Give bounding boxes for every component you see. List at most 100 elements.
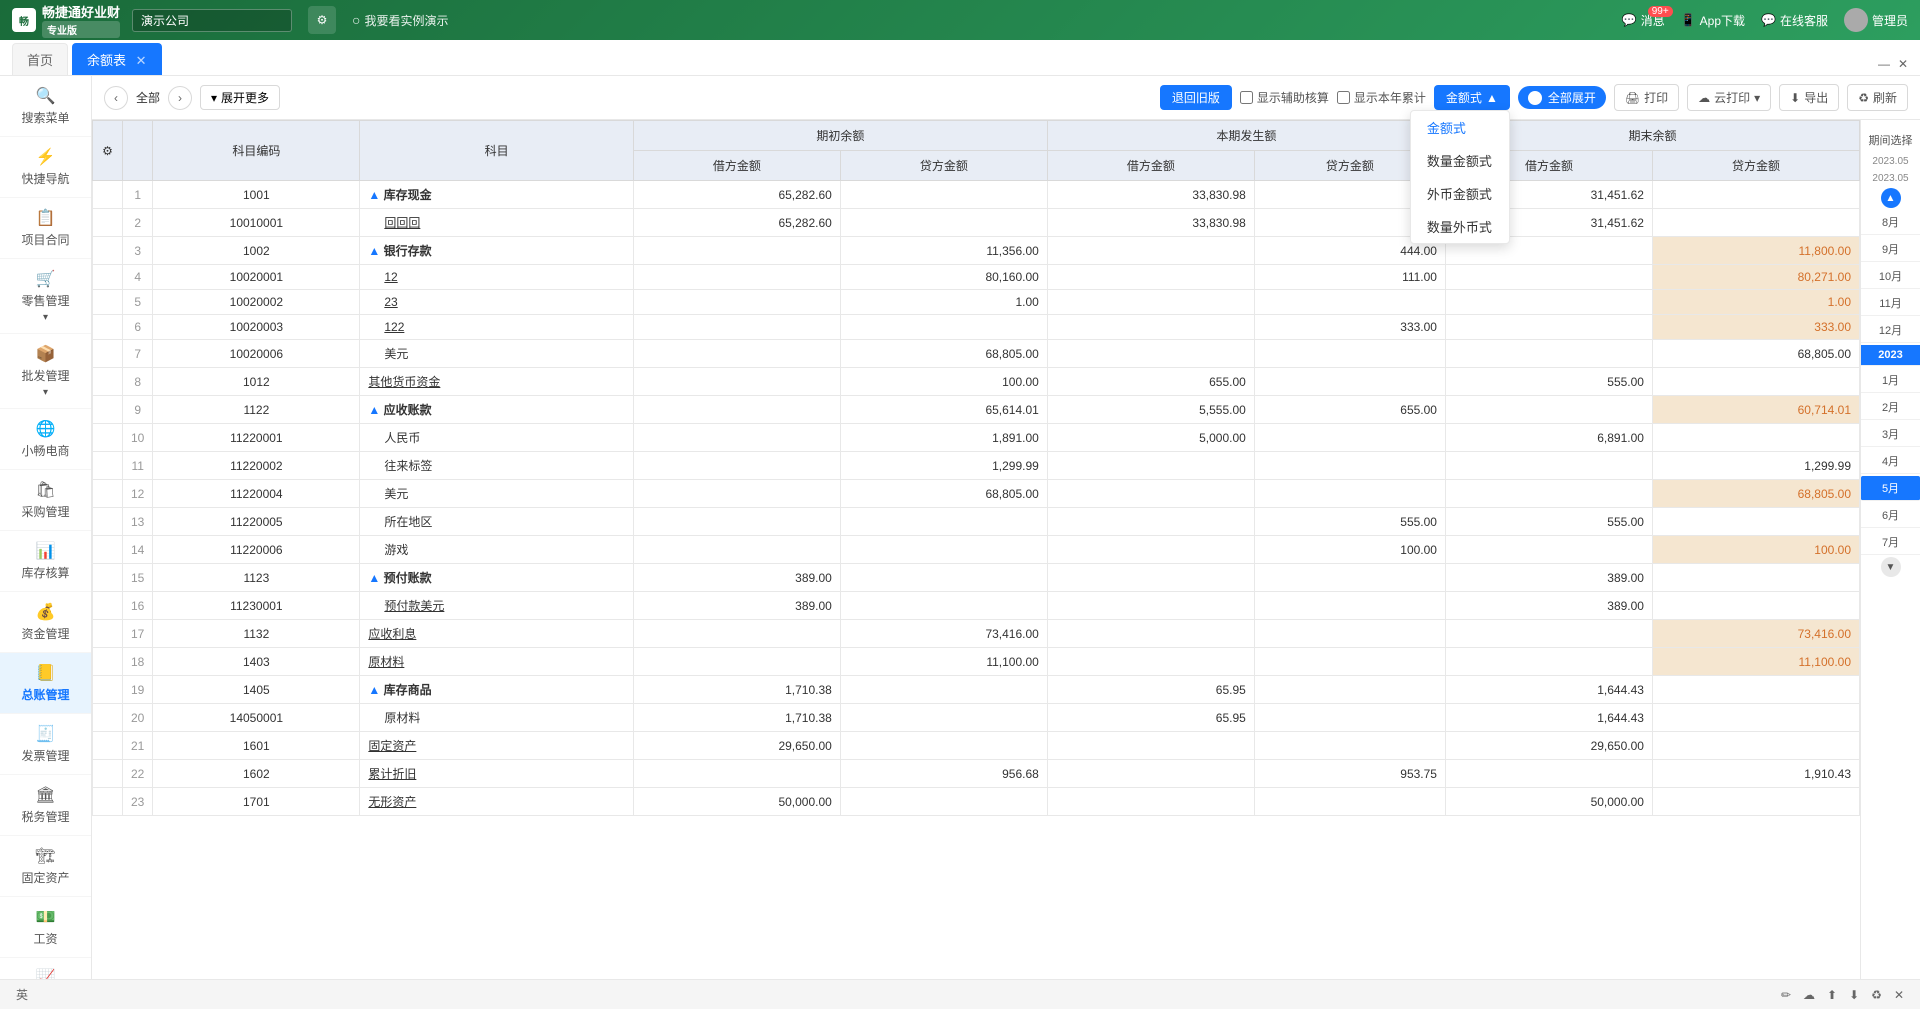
account-name[interactable]: 23	[360, 290, 634, 315]
account-code: 1602	[153, 760, 360, 788]
app-download-btn[interactable]: 📱 App下载	[1681, 12, 1745, 29]
account-name[interactable]: 预付款美元	[360, 592, 634, 620]
window-close-icon[interactable]: ✕	[1898, 57, 1908, 71]
month-1[interactable]: 1月	[1861, 368, 1920, 393]
year-2023[interactable]: 2023	[1861, 345, 1920, 366]
sidebar-item-payroll[interactable]: 💵 工资	[0, 897, 91, 958]
online-service-btn[interactable]: 💬 在线客服	[1761, 12, 1828, 29]
ob-credit	[840, 732, 1047, 760]
close-icon[interactable]: ✕	[1894, 988, 1904, 1002]
account-name[interactable]: 12	[360, 265, 634, 290]
style-option-foreign-amount[interactable]: 外币金额式	[1411, 177, 1509, 210]
month-9[interactable]: 9月	[1861, 237, 1920, 262]
nav-forward-btn[interactable]: ›	[168, 86, 192, 110]
style-option-amount[interactable]: 金额式	[1411, 111, 1509, 144]
nav-back-btn[interactable]: ‹	[104, 86, 128, 110]
account-name[interactable]: 其他货币资金	[360, 368, 634, 396]
show-auxiliary-check[interactable]: 显示辅助核算	[1240, 89, 1329, 106]
download-icon[interactable]: ⬇	[1849, 988, 1859, 1002]
pb-credit	[1254, 704, 1445, 732]
auxiliary-checkbox[interactable]	[1240, 91, 1253, 104]
ytd-checkbox[interactable]	[1337, 91, 1350, 104]
account-name[interactable]: 固定资产	[360, 732, 634, 760]
upload-icon[interactable]: ⬆	[1827, 988, 1837, 1002]
sidebar-item-fixed-asset[interactable]: 🏗 固定资产	[0, 836, 91, 897]
style-option-qty-amount[interactable]: 数量金额式	[1411, 144, 1509, 177]
sidebar-item-search[interactable]: 🔍 搜索菜单	[0, 76, 91, 137]
account-name: ▲ 应收账款	[360, 396, 634, 424]
company-selector[interactable]: 演示公司	[132, 9, 292, 32]
export-btn[interactable]: ⬇ 导出	[1779, 84, 1839, 111]
account-name[interactable]: 应收利息	[360, 620, 634, 648]
sidebar-item-purchase[interactable]: 🛍 采购管理	[0, 470, 91, 531]
user-menu[interactable]: 管理员	[1844, 8, 1908, 32]
cb-debit: 555.00	[1445, 368, 1652, 396]
ob-debit	[633, 620, 840, 648]
language-icon[interactable]: 英	[16, 986, 28, 1003]
sidebar-item-ecommerce[interactable]: 🌐 小畅电商	[0, 409, 91, 470]
quick-nav-icon: ⚡	[36, 147, 56, 167]
show-ytd-check[interactable]: 显示本年累计	[1337, 89, 1426, 106]
operations-icon: 📈	[36, 968, 56, 979]
pb-credit	[1254, 592, 1445, 620]
sidebar-item-invoice[interactable]: 🧾 发票管理	[0, 714, 91, 775]
period-up-icon[interactable]: ▲	[1881, 188, 1901, 208]
sync-icon[interactable]: ♻	[1871, 988, 1882, 1002]
month-12[interactable]: 12月	[1861, 318, 1920, 343]
cloud-print-btn[interactable]: ☁ 云打印 ▾	[1687, 84, 1771, 111]
close-tab-icon[interactable]: ✕	[136, 53, 147, 68]
month-5[interactable]: 5月	[1861, 476, 1920, 501]
refresh-icon: ♻	[1858, 91, 1869, 105]
sidebar-item-ledger[interactable]: 📒 总账管理	[0, 653, 91, 714]
pb-credit	[1254, 424, 1445, 452]
sidebar-item-tax[interactable]: 🏛 税务管理	[0, 775, 91, 836]
sidebar-item-capital[interactable]: 💰 资金管理	[0, 592, 91, 653]
print-btn[interactable]: 🖨 打印	[1614, 84, 1679, 111]
month-8[interactable]: 8月	[1861, 210, 1920, 235]
window-minimize-icon[interactable]: —	[1878, 57, 1890, 71]
sidebar-item-inventory[interactable]: 📊 库存核算	[0, 531, 91, 592]
account-name[interactable]: 回回回	[360, 209, 634, 237]
month-3[interactable]: 3月	[1861, 422, 1920, 447]
tab-balance[interactable]: 余额表 ✕	[72, 43, 162, 75]
sidebar-item-project[interactable]: 📋 项目合同	[0, 198, 91, 259]
style-btn[interactable]: 金额式 ▲	[1434, 85, 1510, 110]
cb-debit: 555.00	[1445, 508, 1652, 536]
table-row: 81012其他货币资金100.00655.00555.00	[93, 368, 1860, 396]
sidebar-item-wholesale[interactable]: 📦 批发管理 ▾	[0, 334, 91, 409]
period-down-icon[interactable]: ▼	[1881, 557, 1901, 577]
table-row: 210010001回回回65,282.6033,830.9831,451.62	[93, 209, 1860, 237]
account-name[interactable]: 累计折旧	[360, 760, 634, 788]
demo-link[interactable]: ○ 我要看实例演示	[352, 12, 448, 29]
gear-icon[interactable]: ⚙	[308, 6, 336, 34]
edit-icon[interactable]: ✏	[1781, 988, 1791, 1002]
cloud-icon[interactable]: ☁	[1803, 988, 1815, 1002]
style-option-qty-foreign[interactable]: 数量外币式	[1411, 210, 1509, 243]
tab-home[interactable]: 首页	[12, 43, 68, 75]
message-btn[interactable]: 💬 消息 99+	[1622, 12, 1665, 29]
table-opening-group: 期初余额	[633, 121, 1047, 151]
table-settings-col[interactable]: ⚙	[93, 121, 123, 181]
month-6[interactable]: 6月	[1861, 503, 1920, 528]
account-name[interactable]: 122	[360, 315, 634, 340]
account-name[interactable]: 原材料	[360, 648, 634, 676]
sidebar-item-retail[interactable]: 🛒 零售管理 ▾	[0, 259, 91, 334]
month-7[interactable]: 7月	[1861, 530, 1920, 555]
month-2[interactable]: 2月	[1861, 395, 1920, 420]
cb-debit	[1445, 620, 1652, 648]
sidebar-item-operations[interactable]: 📈 经营管理	[0, 958, 91, 979]
refresh-btn[interactable]: ♻ 刷新	[1847, 84, 1908, 111]
pb-debit	[1047, 620, 1254, 648]
expand-more-btn[interactable]: ▾ 展开更多	[200, 85, 280, 110]
month-10[interactable]: 10月	[1861, 264, 1920, 289]
month-11[interactable]: 11月	[1861, 291, 1920, 316]
account-code: 10020002	[153, 290, 360, 315]
row-settings	[93, 620, 123, 648]
ob-debit: 50,000.00	[633, 788, 840, 816]
month-4[interactable]: 4月	[1861, 449, 1920, 474]
ob-credit	[840, 788, 1047, 816]
expand-all-toggle[interactable]: 全部展开	[1518, 86, 1606, 109]
return-old-btn[interactable]: 退回旧版	[1160, 85, 1232, 110]
sidebar-item-quick-nav[interactable]: ⚡ 快捷导航	[0, 137, 91, 198]
account-name[interactable]: 无形资产	[360, 788, 634, 816]
